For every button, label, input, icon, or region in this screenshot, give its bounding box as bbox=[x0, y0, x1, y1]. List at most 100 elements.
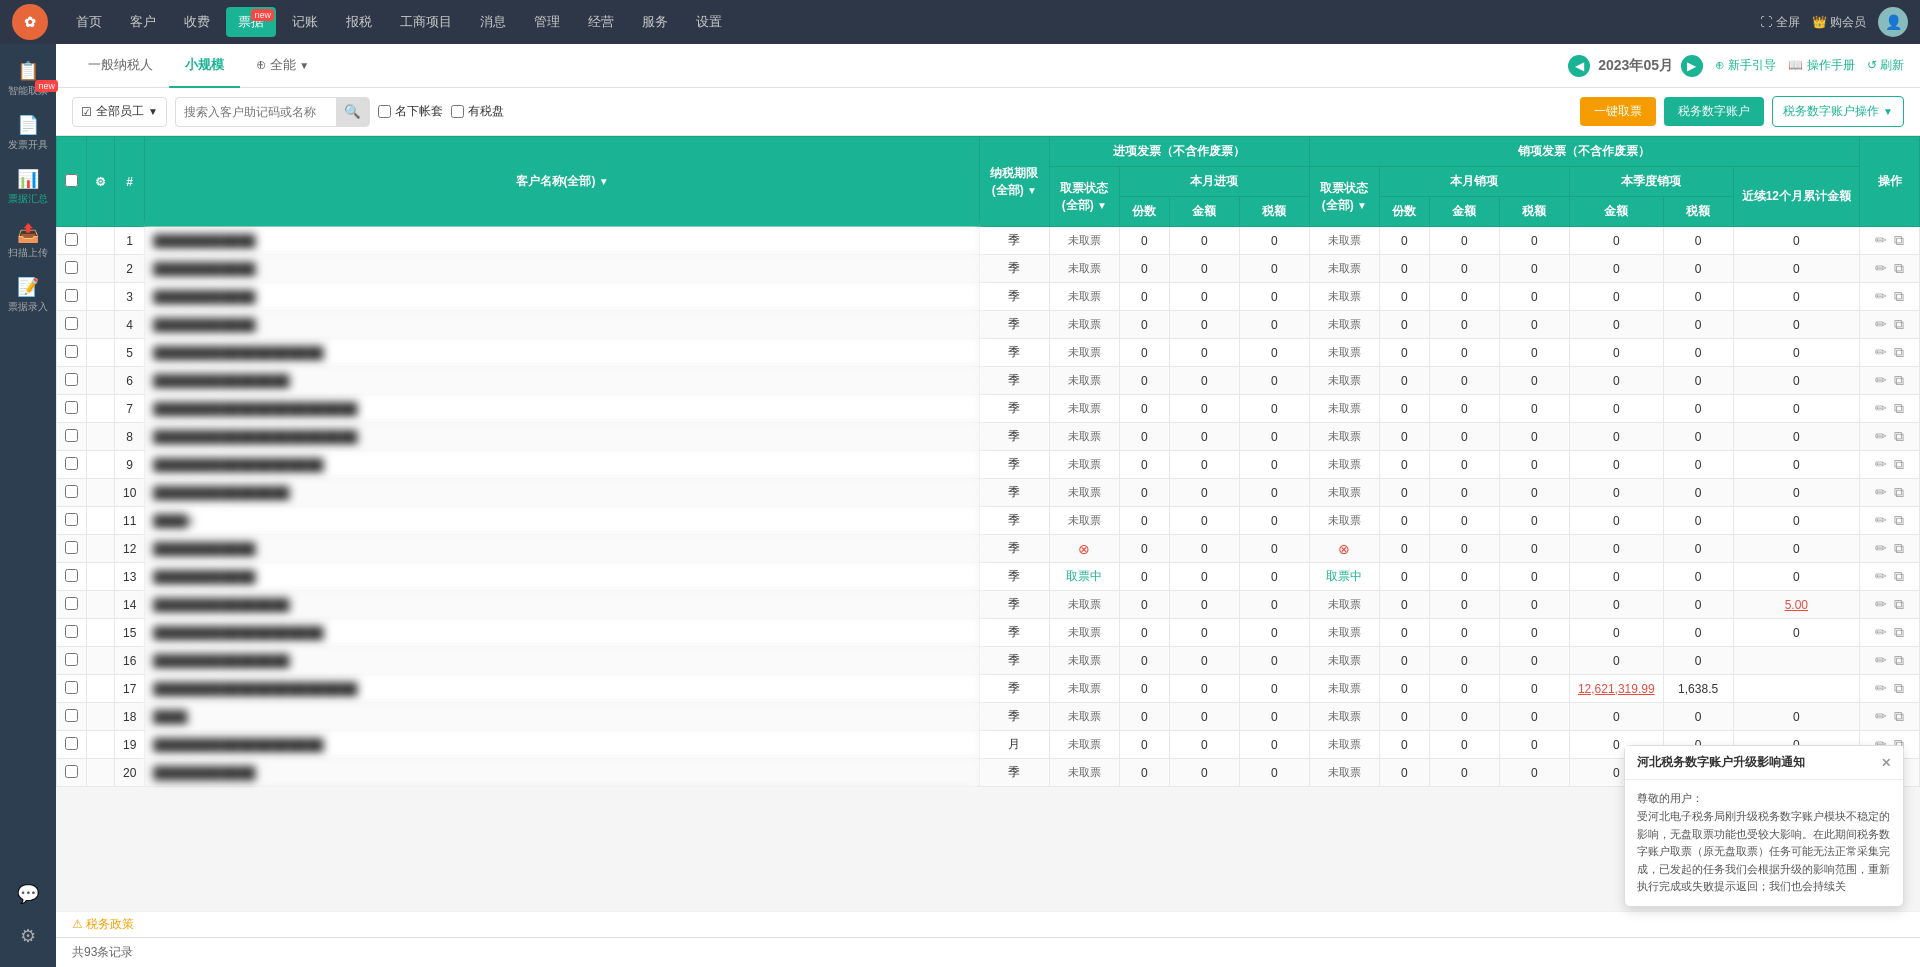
row-copy-icon-6[interactable]: ⧉ bbox=[1894, 372, 1904, 388]
row-outbound-status-5[interactable]: 未取票 bbox=[1309, 339, 1379, 367]
row-copy-icon-4[interactable]: ⧉ bbox=[1894, 316, 1904, 332]
row-outbound-status-1[interactable]: 未取票 bbox=[1309, 227, 1379, 255]
row-outbound-status-9[interactable]: 未取票 bbox=[1309, 451, 1379, 479]
row-client-4[interactable]: ████████████ bbox=[145, 311, 980, 339]
row-client-16[interactable]: ████████████████ bbox=[145, 647, 980, 675]
row-client-17[interactable]: ████████████████████████ bbox=[145, 675, 980, 703]
row-inbound-status-1[interactable]: 未取票 bbox=[1049, 227, 1119, 255]
row-client-3[interactable]: ████████████ bbox=[145, 283, 980, 311]
row-checkbox-19[interactable] bbox=[65, 737, 78, 750]
row-outbound-status-14[interactable]: 未取票 bbox=[1309, 591, 1379, 619]
row-outbound-status-20[interactable]: 未取票 bbox=[1309, 759, 1379, 787]
refresh-button[interactable]: ↺ 刷新 bbox=[1867, 57, 1904, 74]
row-outbound-status-11[interactable]: 未取票 bbox=[1309, 507, 1379, 535]
nav-manage[interactable]: 管理 bbox=[522, 7, 572, 37]
row-outbound-status-13[interactable]: 取票中 bbox=[1309, 563, 1379, 591]
row-inbound-status-5[interactable]: 未取票 bbox=[1049, 339, 1119, 367]
nav-operation[interactable]: 经营 bbox=[576, 7, 626, 37]
sub-account-checkbox-label[interactable]: 名下帐套 bbox=[378, 103, 443, 120]
row-checkbox-6[interactable] bbox=[65, 373, 78, 386]
row-copy-icon-17[interactable]: ⧉ bbox=[1894, 680, 1904, 696]
row-client-12[interactable]: ████████████ bbox=[145, 535, 980, 563]
row-checkbox-5[interactable] bbox=[65, 345, 78, 358]
row-checkbox-15[interactable] bbox=[65, 625, 78, 638]
row-checkbox-2[interactable] bbox=[65, 261, 78, 274]
sidebar-chat[interactable]: 💬 bbox=[13, 875, 43, 913]
tab-all[interactable]: ⊕ 全能 ▼ bbox=[240, 44, 325, 88]
tax-account-button[interactable]: 税务数字账户 bbox=[1664, 97, 1764, 126]
row-copy-icon-18[interactable]: ⧉ bbox=[1894, 708, 1904, 724]
tax-period-filter-icon[interactable]: ▼ bbox=[1027, 185, 1037, 196]
row-client-10[interactable]: ████████████████ bbox=[145, 479, 980, 507]
row-checkbox-18[interactable] bbox=[65, 709, 78, 722]
row-checkbox-13[interactable] bbox=[65, 569, 78, 582]
row-copy-icon-8[interactable]: ⧉ bbox=[1894, 428, 1904, 444]
row-inbound-status-4[interactable]: 未取票 bbox=[1049, 311, 1119, 339]
notification-close-icon[interactable]: ✕ bbox=[1881, 756, 1891, 770]
row-edit-icon-13[interactable]: ✏ bbox=[1875, 568, 1887, 584]
sidebar-item-invoice-issue[interactable]: 📄 发票开具 bbox=[0, 106, 56, 160]
row-edit-icon-6[interactable]: ✏ bbox=[1875, 372, 1887, 388]
row-edit-icon-1[interactable]: ✏ bbox=[1875, 232, 1887, 248]
row-client-20[interactable]: ████████████ bbox=[145, 759, 980, 787]
member-button[interactable]: 👑 购会员 bbox=[1812, 14, 1866, 31]
sub-account-checkbox[interactable] bbox=[378, 105, 391, 118]
one-click-fetch-button[interactable]: 一键取票 bbox=[1580, 97, 1656, 126]
sidebar-item-invoice-summary[interactable]: 📊 票据汇总 bbox=[0, 160, 56, 214]
row-inbound-status-7[interactable]: 未取票 bbox=[1049, 395, 1119, 423]
nav-fee[interactable]: 收费 bbox=[172, 7, 222, 37]
row-inbound-status-9[interactable]: 未取票 bbox=[1049, 451, 1119, 479]
row-checkbox-4[interactable] bbox=[65, 317, 78, 330]
row-client-18[interactable]: ████ bbox=[145, 703, 980, 731]
row-edit-icon-14[interactable]: ✏ bbox=[1875, 596, 1887, 612]
nav-service[interactable]: 服务 bbox=[630, 7, 680, 37]
row-client-8[interactable]: ████████████████████████ bbox=[145, 423, 980, 451]
row-checkbox-11[interactable] bbox=[65, 513, 78, 526]
row-outbound-status-7[interactable]: 未取票 bbox=[1309, 395, 1379, 423]
row-outbound-status-2[interactable]: 未取票 bbox=[1309, 255, 1379, 283]
row-copy-icon-16[interactable]: ⧉ bbox=[1894, 652, 1904, 668]
row-edit-icon-17[interactable]: ✏ bbox=[1875, 680, 1887, 696]
nav-tax[interactable]: 报税 bbox=[334, 7, 384, 37]
row-inbound-status-8[interactable]: 未取票 bbox=[1049, 423, 1119, 451]
nav-accounting[interactable]: 记账 bbox=[280, 7, 330, 37]
sidebar-item-smart-fetch[interactable]: 📋 智能取票 new bbox=[0, 52, 56, 106]
row-checkbox-17[interactable] bbox=[65, 681, 78, 694]
row-copy-icon-10[interactable]: ⧉ bbox=[1894, 484, 1904, 500]
inbound-status-filter-icon[interactable]: ▼ bbox=[1097, 200, 1107, 211]
row-client-5[interactable]: ████████████████████ bbox=[145, 339, 980, 367]
client-name-filter-icon[interactable]: ▼ bbox=[599, 176, 609, 187]
new-guide-link[interactable]: ⊕ 新手引导 bbox=[1715, 57, 1776, 74]
employee-filter-select[interactable]: ☑ 全部员工 ▼ bbox=[72, 97, 167, 127]
row-checkbox-10[interactable] bbox=[65, 485, 78, 498]
nav-business[interactable]: 工商项目 bbox=[388, 7, 464, 37]
month-prev-button[interactable]: ◀ bbox=[1568, 55, 1590, 77]
row-copy-icon-2[interactable]: ⧉ bbox=[1894, 260, 1904, 276]
row-inbound-status-10[interactable]: 未取票 bbox=[1049, 479, 1119, 507]
row-copy-icon-1[interactable]: ⧉ bbox=[1894, 232, 1904, 248]
tab-small-scale[interactable]: 小规模 bbox=[169, 44, 240, 88]
row-checkbox-9[interactable] bbox=[65, 457, 78, 470]
row-client-14[interactable]: ████████████████ bbox=[145, 591, 980, 619]
row-outbound-status-4[interactable]: 未取票 bbox=[1309, 311, 1379, 339]
row-client-13[interactable]: ████████████ bbox=[145, 563, 980, 591]
row-outbound-status-6[interactable]: 未取票 bbox=[1309, 367, 1379, 395]
select-all-checkbox[interactable] bbox=[65, 174, 78, 187]
sidebar-item-scan-upload[interactable]: 📤 扫描上传 bbox=[0, 214, 56, 268]
row-outbound-status-19[interactable]: 未取票 bbox=[1309, 731, 1379, 759]
row-client-19[interactable]: ████████████████████ bbox=[145, 731, 980, 759]
manual-link[interactable]: 📖 操作手册 bbox=[1788, 57, 1854, 74]
row-copy-icon-7[interactable]: ⧉ bbox=[1894, 400, 1904, 416]
row-outbound-status-16[interactable]: 未取票 bbox=[1309, 647, 1379, 675]
row-edit-icon-9[interactable]: ✏ bbox=[1875, 456, 1887, 472]
search-box[interactable]: 🔍 bbox=[175, 97, 370, 127]
row-checkbox-20[interactable] bbox=[65, 765, 78, 778]
row-checkbox-1[interactable] bbox=[65, 233, 78, 246]
sidebar-item-invoice-entry[interactable]: 📝 票据录入 bbox=[0, 268, 56, 322]
row-edit-icon-18[interactable]: ✏ bbox=[1875, 708, 1887, 724]
row-checkbox-7[interactable] bbox=[65, 401, 78, 414]
row-copy-icon-5[interactable]: ⧉ bbox=[1894, 344, 1904, 360]
row-client-7[interactable]: ████████████████████████ bbox=[145, 395, 980, 423]
row-outbound-status-10[interactable]: 未取票 bbox=[1309, 479, 1379, 507]
row-checkbox-14[interactable] bbox=[65, 597, 78, 610]
